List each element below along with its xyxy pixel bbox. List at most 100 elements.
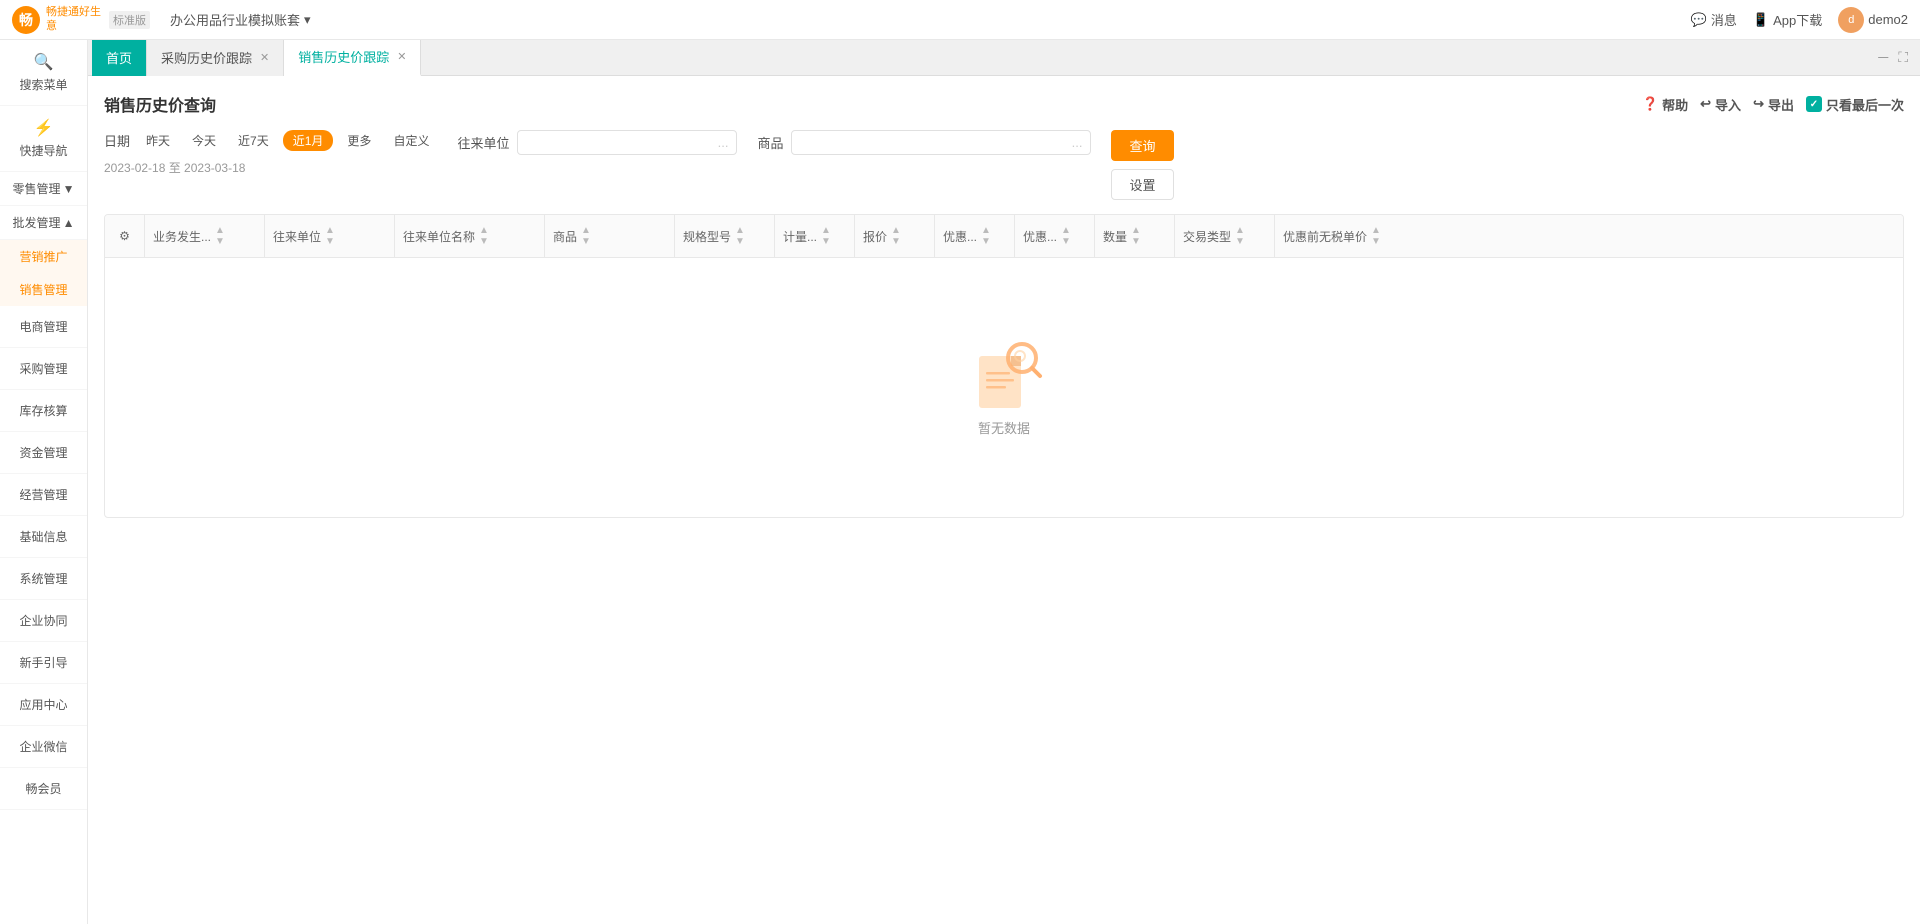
message-btn[interactable]: 💬 消息 — [1691, 10, 1737, 29]
sidebar-item-system[interactable]: 系统管理 — [0, 558, 87, 600]
th-notax[interactable]: 优惠前无税单价 ▲▼ — [1275, 215, 1903, 257]
sidebar-item-member[interactable]: 畅会员 — [0, 768, 87, 810]
th-settings[interactable]: ⚙ — [105, 215, 145, 257]
sidebar-item-appstore[interactable]: 应用中心 — [0, 684, 87, 726]
help-btn[interactable]: ❓ 帮助 — [1642, 95, 1688, 114]
only-last-toggle[interactable]: ✓ 只看最后一次 — [1806, 95, 1904, 114]
sidebar-item-shortcut[interactable]: ⚡ 快捷导航 — [0, 106, 87, 172]
date-filter-group: 日期 昨天 今天 近7天 近1月 更多 自定义 — [104, 130, 437, 151]
table-container: ⚙ 业务发生... ▲▼ 往来单位 ▲▼ 往来单位名称 ▲▼ — [104, 214, 1904, 518]
partner-input-dots: ... — [718, 135, 729, 150]
th-trade[interactable]: 交易类型 ▲▼ — [1175, 215, 1275, 257]
th-qty-sort: ▲▼ — [1131, 225, 1141, 247]
help-label: 帮助 — [1662, 95, 1688, 114]
tab-expand-btn[interactable]: ⛶ — [1898, 49, 1908, 66]
th-unit-label: 计量... — [783, 228, 817, 245]
export-btn[interactable]: ↪ 导出 — [1753, 95, 1794, 114]
logo-area: 畅 畅捷通好生意 — [12, 6, 101, 34]
search-button[interactable]: 查询 — [1111, 130, 1173, 161]
sidebar-item-ecommerce[interactable]: 电商管理 — [0, 306, 87, 348]
th-product[interactable]: 商品 ▲▼ — [545, 215, 675, 257]
filter-area: 日期 昨天 今天 近7天 近1月 更多 自定义 2023-02-18 至 202… — [104, 130, 1904, 200]
product-filter-group: 商品 ... — [757, 130, 1091, 155]
sidebar-item-finance[interactable]: 资金管理 — [0, 432, 87, 474]
th-disc2-sort: ▲▼ — [1061, 225, 1071, 247]
only-last-label: 只看最后一次 — [1826, 95, 1904, 114]
sidebar-item-operations[interactable]: 经营管理 — [0, 474, 87, 516]
th-disc1-label: 优惠... — [943, 228, 977, 245]
topbar: 畅 畅捷通好生意 标准版 办公用品行业模拟账套 ▾ 💬 消息 📱 App下载 d… — [0, 0, 1920, 40]
sidebar-item-basic[interactable]: 基础信息 — [0, 516, 87, 558]
th-unit[interactable]: 计量... ▲▼ — [775, 215, 855, 257]
date-btn-more[interactable]: 更多 — [339, 130, 379, 151]
tab-sales-close[interactable]: ✕ — [397, 50, 406, 63]
appstore-label: 应用中心 — [19, 696, 67, 713]
th-date-sort: ▲▼ — [215, 225, 225, 247]
sidebar-label-search: 搜索菜单 — [19, 76, 67, 93]
page-title-bar: 销售历史价查询 ❓ 帮助 ↩ 导入 ↪ 导出 ✓ — [104, 92, 1904, 116]
date-range-display: 2023-02-18 至 2023-03-18 — [104, 159, 437, 176]
sidebar: 🔍 搜索菜单 ⚡ 快捷导航 零售管理 ▼ 批发管理 ▲ 营销推广 销售管理 电商… — [0, 40, 88, 924]
tab-home[interactable]: 首页 — [92, 40, 147, 76]
th-qty[interactable]: 数量 ▲▼ — [1095, 215, 1175, 257]
logo-text: 畅捷通好生意 — [46, 6, 101, 32]
th-qty-label: 数量 — [1103, 228, 1127, 245]
empty-svg — [964, 338, 1044, 418]
date-btn-custom[interactable]: 自定义 — [385, 130, 437, 151]
date-options: 昨天 今天 近7天 近1月 更多 自定义 — [138, 130, 437, 151]
purchase-label: 采购管理 — [19, 360, 67, 377]
tab-minimize-btn[interactable]: － — [1876, 48, 1890, 68]
date-btn-today[interactable]: 今天 — [184, 130, 224, 151]
date-btn-yesterday[interactable]: 昨天 — [138, 130, 178, 151]
sidebar-item-guide[interactable]: 新手引导 — [0, 642, 87, 684]
product-input[interactable]: ... — [791, 130, 1091, 155]
sidebar-item-wechat[interactable]: 企业微信 — [0, 726, 87, 768]
sidebar-item-purchase[interactable]: 采购管理 — [0, 348, 87, 390]
tab-purchase[interactable]: 采购历史价跟踪 ✕ — [147, 40, 284, 76]
tab-purchase-close[interactable]: ✕ — [260, 51, 269, 64]
settings-icon: ⚙ — [119, 229, 130, 243]
partner-filter-label: 往来单位 — [457, 133, 509, 152]
sidebar-item-wholesale[interactable]: 批发管理 ▲ — [0, 206, 87, 240]
th-unit-code[interactable]: 往来单位 ▲▼ — [265, 215, 395, 257]
th-spec[interactable]: 规格型号 ▲▼ — [675, 215, 775, 257]
account-selector[interactable]: 办公用品行业模拟账套 ▾ — [170, 10, 311, 29]
import-icon: ↩ — [1700, 96, 1711, 112]
tab-sales[interactable]: 销售历史价跟踪 ✕ — [284, 40, 421, 76]
sidebar-item-retail[interactable]: 零售管理 ▼ — [0, 172, 87, 206]
settings-button[interactable]: 设置 — [1111, 169, 1173, 200]
th-disc1[interactable]: 优惠... ▲▼ — [935, 215, 1015, 257]
sidebar-item-search[interactable]: 🔍 搜索菜单 — [0, 40, 87, 106]
message-icon: 💬 — [1691, 12, 1707, 28]
sidebar-item-sales-mgmt[interactable]: 销售管理 — [0, 273, 87, 306]
only-last-checkbox-icon: ✓ — [1806, 96, 1822, 112]
import-btn[interactable]: ↩ 导入 — [1700, 95, 1741, 114]
export-icon: ↪ — [1753, 96, 1764, 112]
retail-label: 零售管理 — [13, 180, 61, 197]
sidebar-item-enterprise[interactable]: 企业协同 — [0, 600, 87, 642]
app-download-btn[interactable]: 📱 App下载 — [1753, 10, 1822, 29]
th-price[interactable]: 报价 ▲▼ — [855, 215, 935, 257]
sidebar-item-marketing[interactable]: 营销推广 — [0, 240, 87, 273]
empty-state: 暂无数据 — [105, 258, 1903, 517]
date-btn-1month[interactable]: 近1月 — [283, 130, 334, 151]
user-name: demo2 — [1868, 12, 1908, 27]
th-product-sort: ▲▼ — [581, 225, 591, 247]
user-menu[interactable]: d demo2 — [1838, 7, 1908, 33]
sidebar-label-shortcut: 快捷导航 — [19, 142, 67, 159]
ecommerce-label: 电商管理 — [19, 318, 67, 335]
date-btn-7days[interactable]: 近7天 — [230, 130, 277, 151]
partner-input[interactable]: ... — [517, 130, 737, 155]
search-icon: 🔍 — [34, 52, 54, 72]
th-notax-label: 优惠前无税单价 — [1283, 228, 1367, 245]
topbar-right: 💬 消息 📱 App下载 d demo2 — [1691, 7, 1908, 33]
th-disc2-label: 优惠... — [1023, 228, 1057, 245]
th-date[interactable]: 业务发生... ▲▼ — [145, 215, 265, 257]
sales-mgmt-label: 销售管理 — [19, 281, 67, 298]
avatar: d — [1838, 7, 1864, 33]
sidebar-item-inventory[interactable]: 库存核算 — [0, 390, 87, 432]
system-label: 系统管理 — [19, 570, 67, 587]
tab-purchase-label: 采购历史价跟踪 — [161, 48, 252, 67]
th-disc2[interactable]: 优惠... ▲▼ — [1015, 215, 1095, 257]
th-unit-name[interactable]: 往来单位名称 ▲▼ — [395, 215, 545, 257]
